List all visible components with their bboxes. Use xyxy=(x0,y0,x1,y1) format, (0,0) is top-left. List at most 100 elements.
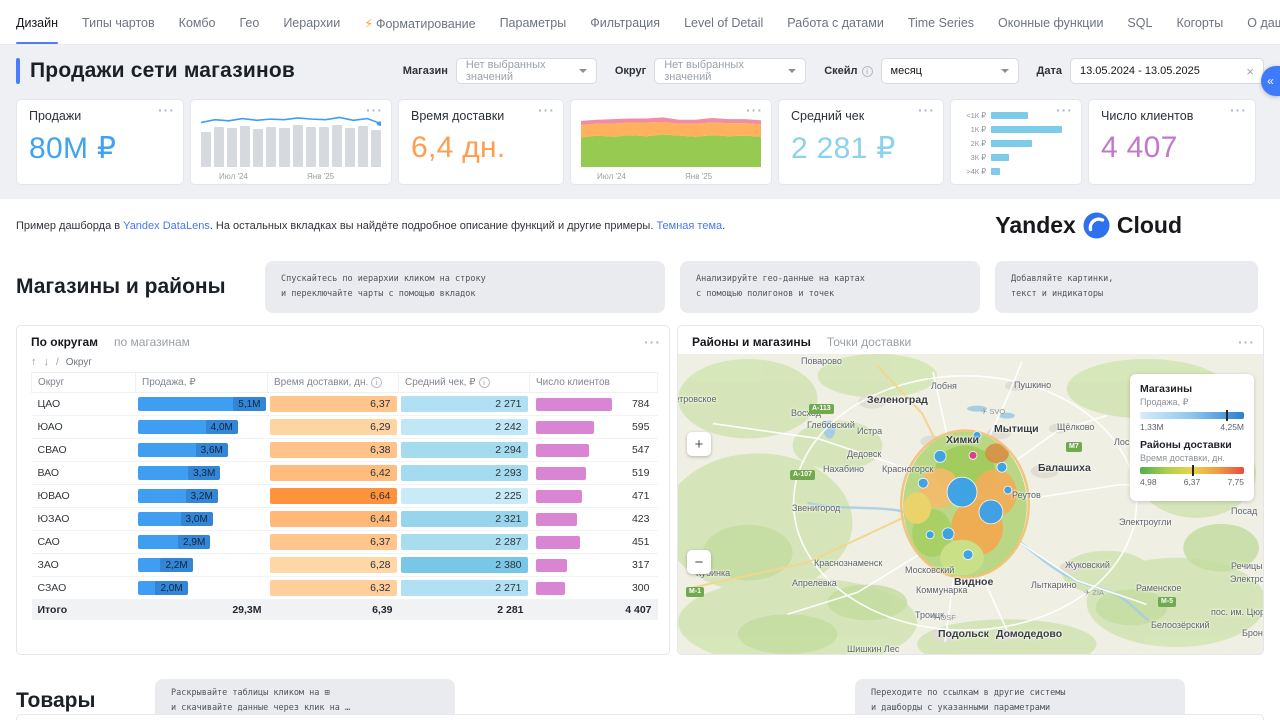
sale-cell: 4,0М xyxy=(136,416,268,439)
next-row-card-edge xyxy=(16,714,1264,720)
district-cell: САО xyxy=(32,531,136,554)
district-cell: ЮВАО xyxy=(32,485,136,508)
kpi-clients-card: ··· Число клиентов 4 407 xyxy=(1088,99,1256,185)
table-row-цао[interactable]: ЦАО5,1М6,372 271784 xyxy=(32,393,658,416)
chevron-down-icon xyxy=(579,69,587,73)
logo-word-cloud: Cloud xyxy=(1117,212,1182,239)
shop-bubble[interactable] xyxy=(979,500,1003,524)
column-header-число-клиентов[interactable]: Число клиентов xyxy=(530,373,658,393)
dashboard-header-band: Продажи сети магазинов Магазин Нет выбра… xyxy=(0,45,1280,199)
info-icon[interactable]: i xyxy=(371,377,382,388)
card-menu-button[interactable]: ··· xyxy=(918,102,935,118)
nav-tab-типы-чартов[interactable]: Типы чартов xyxy=(82,1,155,43)
tab-по-округам[interactable]: По округам xyxy=(31,335,98,349)
clients-cell: 784 xyxy=(530,393,658,416)
scale-select[interactable]: месяц xyxy=(881,58,1019,84)
zoom-out-button[interactable]: − xyxy=(687,550,711,574)
kpi-delivery-title: Время доставки xyxy=(411,109,551,123)
map-canvas[interactable]: ПоваровоПетровскоеЗеленоградЛобняПушкино… xyxy=(678,354,1263,654)
shop-bubble[interactable] xyxy=(942,528,954,540)
shop-bubble[interactable] xyxy=(918,478,928,488)
nav-tab-комбо[interactable]: Комбо xyxy=(179,1,216,43)
table-row-юао[interactable]: ЮАО4,0М6,292 242595 xyxy=(32,416,658,439)
table-row-ювао[interactable]: ЮВАО3,2М6,642 225471 xyxy=(32,485,658,508)
table-row-сао[interactable]: САО2,9М6,372 287451 xyxy=(32,531,658,554)
card-menu-button[interactable]: ··· xyxy=(158,102,175,118)
shop-bubble[interactable] xyxy=(926,531,934,539)
hint-box: Спускайтесь по иерархии кликом на строку… xyxy=(265,261,665,313)
clear-date-icon[interactable]: × xyxy=(1246,65,1254,78)
table-row-свао[interactable]: СВАО3,6М6,382 294547 xyxy=(32,439,658,462)
date-range-input[interactable]: 13.05.2024 - 13.05.2025 × xyxy=(1070,58,1264,84)
kpi-delivery-card: ··· Время доставки 6,4 дн. xyxy=(398,99,564,185)
tab-районы-и-магазины[interactable]: Районы и магазины xyxy=(692,335,811,349)
column-header-округ[interactable]: Округ xyxy=(32,373,136,393)
panel-menu-button[interactable]: ··· xyxy=(644,334,661,350)
nav-tab-форматирование[interactable]: ⚡Форматирование xyxy=(364,1,475,44)
hierarchy-breadcrumb[interactable]: Округ xyxy=(66,357,92,368)
column-header-продажа[interactable]: Продажа, ₽ xyxy=(136,373,268,393)
column-header-время-доставки-дн[interactable]: Время доставки, дн.i xyxy=(268,373,399,393)
hbar xyxy=(991,140,1032,147)
nav-tab-когорты[interactable]: Когорты xyxy=(1176,1,1223,43)
info-icon[interactable]: i xyxy=(862,66,873,77)
table-row-юзао[interactable]: ЮЗАО3,0М6,442 321423 xyxy=(32,508,658,531)
shop-bubble[interactable] xyxy=(963,550,973,560)
zoom-in-button[interactable]: + xyxy=(687,432,711,456)
datalens-link[interactable]: Yandex DataLens xyxy=(123,220,210,232)
shop-bubble[interactable] xyxy=(973,431,981,439)
nav-tab-гео[interactable]: Гео xyxy=(239,1,259,43)
x-axis-label: Янв '25 xyxy=(307,172,334,181)
table-row-вао[interactable]: ВАО3,3М6,422 293519 xyxy=(32,462,658,485)
nav-tab-time-series[interactable]: Time Series xyxy=(908,1,974,43)
road-badge-m7: M7 xyxy=(1066,442,1082,452)
shop-select[interactable]: Нет выбранных значений xyxy=(456,58,597,84)
nav-tab-оконные-функции[interactable]: Оконные функции xyxy=(998,1,1103,43)
clients-cell: 317 xyxy=(530,554,658,577)
nav-tab-работа-с-датами[interactable]: Работа с датами xyxy=(787,1,884,43)
nav-tab-дизайн[interactable]: Дизайн xyxy=(16,1,58,43)
nav-tab-параметры[interactable]: Параметры xyxy=(500,1,567,43)
district-cell: ЮЗАО xyxy=(32,508,136,531)
district-select[interactable]: Нет выбранных значений xyxy=(654,58,806,84)
scale-select-value: месяц xyxy=(891,65,922,77)
card-menu-button[interactable]: ··· xyxy=(538,102,555,118)
nav-tab-sql[interactable]: SQL xyxy=(1127,1,1152,43)
legend-districts-title: Районы доставки xyxy=(1140,439,1244,451)
dark-theme-link[interactable]: Темная тема xyxy=(656,220,722,232)
info-icon[interactable]: i xyxy=(479,377,490,388)
shop-bubble[interactable] xyxy=(997,462,1007,472)
airport-icon-svo: ✈ SVO xyxy=(981,407,1005,416)
nav-tab-о-дашборде[interactable]: О дашборде xyxy=(1247,1,1280,43)
nav-tab-иерархии[interactable]: Иерархии xyxy=(283,1,340,43)
tab-точки-доставки[interactable]: Точки доставки xyxy=(827,335,911,349)
table-row-сзао[interactable]: СЗАО2,0М6,322 271300 xyxy=(32,577,658,600)
clients-cell: 595 xyxy=(530,416,658,439)
special-point[interactable] xyxy=(969,451,977,459)
table-row-зао[interactable]: ЗАО2,2М6,282 380317 xyxy=(32,554,658,577)
x-axis-label: Янв '25 xyxy=(685,172,712,181)
area-series-быстрые xyxy=(581,135,761,167)
filter-date: Дата 13.05.2024 - 13.05.2025 × xyxy=(1037,58,1264,84)
nav-tab-фильтрация[interactable]: Фильтрация xyxy=(590,1,660,43)
sort-ascending-icon[interactable]: ↑ xyxy=(31,356,37,368)
shop-bubble[interactable] xyxy=(1004,486,1012,494)
tab-по-магазинам[interactable]: по магазинам xyxy=(114,335,190,349)
check-cell: 2 321 xyxy=(399,508,530,531)
table-sort-controls: ↑ ↓ / Округ xyxy=(17,354,669,372)
map-panel-tabs: Районы и магазины Точки доставки xyxy=(678,326,1263,354)
card-menu-button[interactable]: ··· xyxy=(1230,102,1247,118)
sort-descending-icon[interactable]: ↓ xyxy=(44,356,50,368)
clients-cell: 300 xyxy=(530,577,658,600)
nav-tab-level-of-detail[interactable]: Level of Detail xyxy=(684,1,763,43)
shop-bubble[interactable] xyxy=(947,477,977,507)
delivery-cell: 6,29 xyxy=(268,416,399,439)
legend-shops-min: 1,33М xyxy=(1140,422,1164,432)
panel-menu-button[interactable]: ··· xyxy=(1238,334,1255,350)
logo-word-yandex: Yandex xyxy=(995,212,1076,239)
road-badge-m-1: M-1 xyxy=(686,587,704,597)
sales-trend-line xyxy=(201,110,381,167)
shop-bubble[interactable] xyxy=(934,450,946,462)
hbar-row: <1К ₽ xyxy=(957,111,1071,120)
column-header-средний-чек[interactable]: Средний чек, ₽i xyxy=(399,373,530,393)
